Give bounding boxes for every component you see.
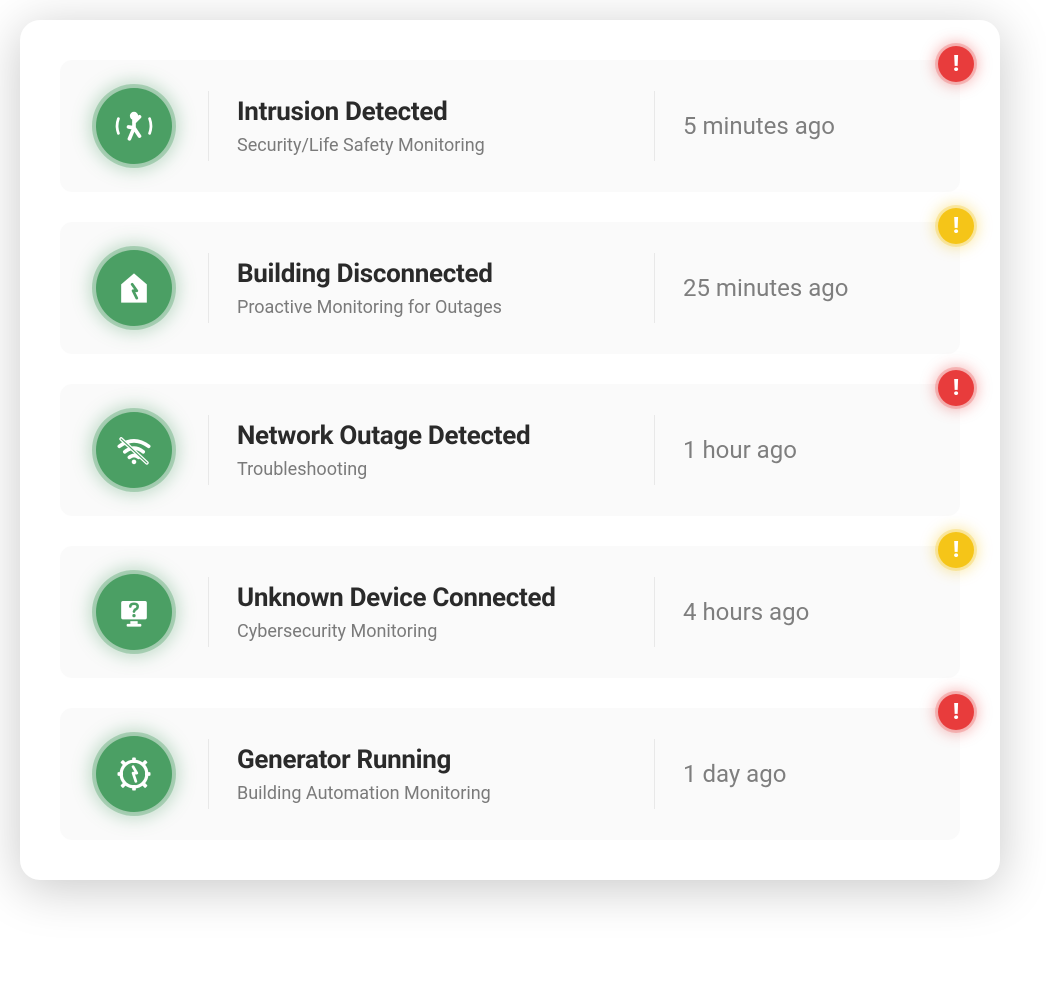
intrusion-icon: [96, 88, 172, 164]
alert-time: 5 minutes ago: [683, 112, 835, 140]
alert-time-area: 1 hour ago: [654, 415, 924, 485]
severity-badge-red: !: [938, 370, 974, 406]
alert-title: Generator Running: [237, 745, 654, 775]
notification-card[interactable]: Intrusion Detected Security/Life Safety …: [60, 60, 960, 192]
notification-card[interactable]: Generator Running Building Automation Mo…: [60, 708, 960, 840]
alert-time-area: 5 minutes ago: [654, 91, 924, 161]
alert-time-area: 25 minutes ago: [654, 253, 924, 323]
alert-content: Unknown Device Connected Cybersecurity M…: [208, 577, 654, 647]
alert-time: 1 day ago: [683, 760, 786, 788]
severity-badge-yellow: !: [938, 532, 974, 568]
notification-card[interactable]: Unknown Device Connected Cybersecurity M…: [60, 546, 960, 678]
alert-time: 25 minutes ago: [683, 274, 848, 302]
alert-title: Network Outage Detected: [237, 421, 654, 451]
alert-time-area: 4 hours ago: [654, 577, 924, 647]
alert-time: 1 hour ago: [683, 436, 797, 464]
alert-content: Generator Running Building Automation Mo…: [208, 739, 654, 809]
alert-subtitle: Troubleshooting: [237, 459, 654, 480]
alert-content: Network Outage Detected Troubleshooting: [208, 415, 654, 485]
alert-time-area: 1 day ago: [654, 739, 924, 809]
alert-content: Building Disconnected Proactive Monitori…: [208, 253, 654, 323]
alert-title: Unknown Device Connected: [237, 583, 654, 613]
unknown-device-icon: [96, 574, 172, 650]
alert-subtitle: Cybersecurity Monitoring: [237, 621, 654, 642]
notifications-panel: Intrusion Detected Security/Life Safety …: [20, 20, 1000, 880]
wifi-off-icon: [96, 412, 172, 488]
severity-badge-red: !: [938, 46, 974, 82]
alert-subtitle: Proactive Monitoring for Outages: [237, 297, 654, 318]
building-icon: [96, 250, 172, 326]
alert-time: 4 hours ago: [683, 598, 809, 626]
notification-card[interactable]: Building Disconnected Proactive Monitori…: [60, 222, 960, 354]
notification-card[interactable]: Network Outage Detected Troubleshooting …: [60, 384, 960, 516]
alert-subtitle: Security/Life Safety Monitoring: [237, 135, 654, 156]
alert-subtitle: Building Automation Monitoring: [237, 783, 654, 804]
alert-title: Intrusion Detected: [237, 97, 654, 127]
alert-title: Building Disconnected: [237, 259, 654, 289]
generator-icon: [96, 736, 172, 812]
severity-badge-red: !: [938, 694, 974, 730]
severity-badge-yellow: !: [938, 208, 974, 244]
alert-content: Intrusion Detected Security/Life Safety …: [208, 91, 654, 161]
